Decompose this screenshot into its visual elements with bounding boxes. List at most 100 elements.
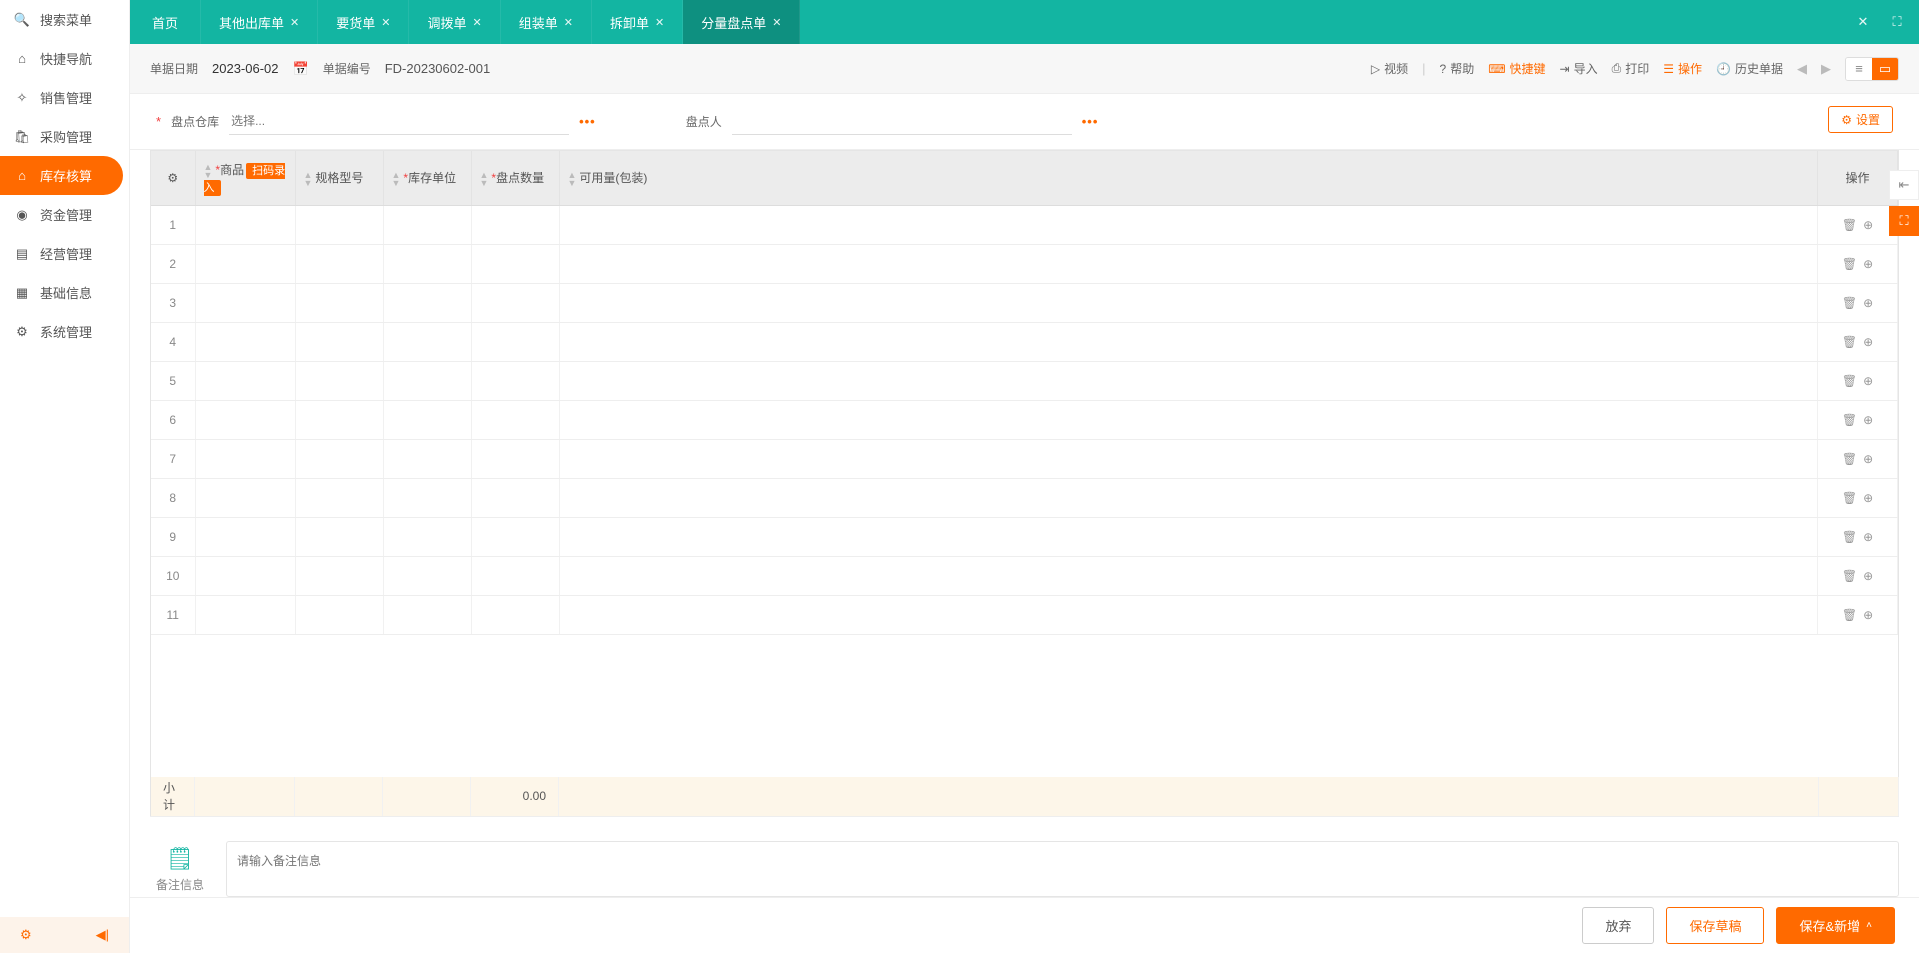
settings-icon[interactable]: ⚙: [20, 927, 32, 943]
rail-fullscreen-icon[interactable]: ⛶: [1889, 206, 1919, 236]
close-icon[interactable]: ✕: [473, 16, 482, 29]
sort-icon: ▲▼: [392, 171, 401, 187]
add-row-icon[interactable]: ⊕: [1863, 296, 1873, 310]
hotkey-link[interactable]: ⌨快捷键: [1488, 60, 1545, 77]
print-link[interactable]: ⎙打印: [1612, 60, 1650, 77]
table-row[interactable]: 8 🗑 ⊕: [151, 478, 1898, 517]
delete-row-icon[interactable]: 🗑: [1842, 530, 1857, 544]
view-card-button[interactable]: ▭: [1872, 58, 1898, 80]
history-link[interactable]: 🕘历史单据: [1716, 60, 1783, 77]
tab-request[interactable]: 要货单✕: [318, 0, 409, 44]
add-row-icon[interactable]: ⊕: [1863, 452, 1873, 466]
calendar-icon[interactable]: 📅: [293, 61, 309, 77]
add-row-icon[interactable]: ⊕: [1863, 257, 1873, 271]
table-row[interactable]: 1🗑⊕: [151, 205, 1898, 244]
close-icon[interactable]: ✕: [655, 16, 664, 29]
operate-link[interactable]: ☰操作: [1663, 60, 1702, 77]
delete-row-icon[interactable]: 🗑: [1842, 413, 1857, 427]
table-row[interactable]: 10🗑⊕: [151, 556, 1898, 595]
sidebar-item-basicinfo[interactable]: ▦ 基础信息: [0, 273, 129, 312]
delete-row-icon[interactable]: 🗑: [1842, 491, 1857, 505]
add-row-icon[interactable]: ⊕: [1863, 218, 1873, 232]
table-row[interactable]: 6🗑⊕: [151, 400, 1898, 439]
add-row-icon[interactable]: ⊕: [1863, 374, 1873, 388]
sidebar-item-quicknav[interactable]: ⌂ 快捷导航: [0, 39, 129, 78]
sidebar-item-operations[interactable]: ▤ 经营管理: [0, 234, 129, 273]
delete-row-icon[interactable]: 🗑: [1842, 608, 1857, 622]
delete-row-icon[interactable]: 🗑: [1842, 569, 1857, 583]
tab-disassemble[interactable]: 拆卸单✕: [592, 0, 683, 44]
next-icon[interactable]: ▶: [1821, 61, 1831, 77]
close-icon[interactable]: ✕: [772, 16, 781, 29]
delete-row-icon[interactable]: 🗑: [1842, 335, 1857, 349]
sidebar-item-sales[interactable]: ✧ 销售管理: [0, 78, 129, 117]
col-product[interactable]: ▲▼*商品扫码录入: [195, 151, 295, 205]
sidebar-item-inventory[interactable]: ⌂ 库存核算: [0, 156, 123, 195]
settings-button[interactable]: ⚙ 设置: [1828, 106, 1893, 133]
rail-expand-icon[interactable]: ⇤: [1889, 170, 1919, 200]
collapse-icon[interactable]: ◀|: [96, 927, 109, 943]
tab-home[interactable]: 首页: [130, 0, 201, 44]
tab-assemble[interactable]: 组装单✕: [501, 0, 592, 44]
table-row[interactable]: 9🗑⊕: [151, 517, 1898, 556]
table-wrap: ⚙ ▲▼*商品扫码录入 ▲▼规格型号 ▲▼*库存单位 ▲▼*盘点数量 ▲▼可用量…: [130, 150, 1919, 827]
import-link[interactable]: ⇥导入: [1560, 60, 1598, 77]
sidebar-item-system[interactable]: ⚙ 系统管理: [0, 312, 129, 351]
close-icon[interactable]: ✕: [381, 16, 390, 29]
person-picker-icon[interactable]: •••: [1082, 114, 1099, 129]
table-row[interactable]: 7🗑⊕: [151, 439, 1898, 478]
col-qty[interactable]: ▲▼*盘点数量: [471, 151, 559, 205]
col-config[interactable]: ⚙: [151, 151, 195, 205]
gear-icon: ⚙: [167, 171, 178, 185]
video-link[interactable]: ▷视频: [1371, 60, 1408, 77]
sidebar-item-funds[interactable]: ◉ 资金管理: [0, 195, 129, 234]
add-row-icon[interactable]: ⊕: [1863, 413, 1873, 427]
save-new-button[interactable]: 保存&新增˄: [1776, 907, 1895, 944]
help-icon: ?: [1440, 62, 1447, 76]
delete-row-icon[interactable]: 🗑: [1842, 218, 1857, 232]
prev-icon[interactable]: ◀: [1797, 61, 1807, 77]
tab-transfer[interactable]: 调拨单✕: [409, 0, 500, 44]
tab-close-all-button[interactable]: ✕: [1849, 8, 1877, 36]
table-scroll[interactable]: ⚙ ▲▼*商品扫码录入 ▲▼规格型号 ▲▼*库存单位 ▲▼*盘点数量 ▲▼可用量…: [150, 150, 1899, 777]
delete-row-icon[interactable]: 🗑: [1842, 374, 1857, 388]
table-row[interactable]: 3 🗑 ⊕: [151, 283, 1898, 322]
fullscreen-icon[interactable]: ⛶: [1883, 8, 1911, 36]
row-number: 3: [151, 283, 195, 322]
sidebar-item-search[interactable]: 🔍 搜索菜单: [0, 0, 129, 39]
col-unit[interactable]: ▲▼*库存单位: [383, 151, 471, 205]
sidebar-item-purchase[interactable]: 🛍 采购管理: [0, 117, 129, 156]
person-input[interactable]: [732, 108, 1072, 135]
table-row[interactable]: 2🗑⊕: [151, 244, 1898, 283]
col-spec[interactable]: ▲▼规格型号: [295, 151, 383, 205]
tab-partial-count[interactable]: 分量盘点单✕: [683, 0, 800, 44]
sidebar-item-label: 采购管理: [40, 127, 92, 146]
add-row-icon[interactable]: ⊕: [1863, 569, 1873, 583]
close-icon[interactable]: ✕: [290, 16, 299, 29]
save-draft-button[interactable]: 保存草稿: [1666, 907, 1764, 944]
remarks-input[interactable]: [226, 841, 1899, 897]
add-row-icon[interactable]: ⊕: [1863, 608, 1873, 622]
help-link[interactable]: ?帮助: [1440, 60, 1475, 77]
delete-row-icon[interactable]: 🗑: [1842, 257, 1857, 271]
table-row[interactable]: 5🗑⊕: [151, 361, 1898, 400]
warehouse-input[interactable]: [229, 108, 569, 135]
delete-row-icon[interactable]: 🗑: [1842, 296, 1857, 310]
col-avail[interactable]: ▲▼可用量(包装): [559, 151, 1818, 205]
remarks-label: 备注信息: [156, 876, 204, 893]
tab-other-out[interactable]: 其他出库单✕: [201, 0, 318, 44]
house-icon: ⌂: [14, 168, 30, 184]
delete-row-icon[interactable]: 🗑: [1842, 452, 1857, 466]
warehouse-picker-icon[interactable]: •••: [579, 114, 596, 129]
table-row[interactable]: 4🗑⊕: [151, 322, 1898, 361]
discard-button[interactable]: 放弃: [1582, 907, 1654, 944]
row-number: 11: [151, 595, 195, 634]
view-list-button[interactable]: ≡: [1846, 58, 1872, 80]
close-icon[interactable]: ✕: [564, 16, 573, 29]
table-row[interactable]: 11 🗑 ⊕: [151, 595, 1898, 634]
add-row-icon[interactable]: ⊕: [1863, 530, 1873, 544]
add-row-icon[interactable]: ⊕: [1863, 491, 1873, 505]
add-row-icon[interactable]: ⊕: [1863, 335, 1873, 349]
sort-icon: ▲▼: [204, 163, 213, 179]
row-number: 8: [151, 478, 195, 517]
